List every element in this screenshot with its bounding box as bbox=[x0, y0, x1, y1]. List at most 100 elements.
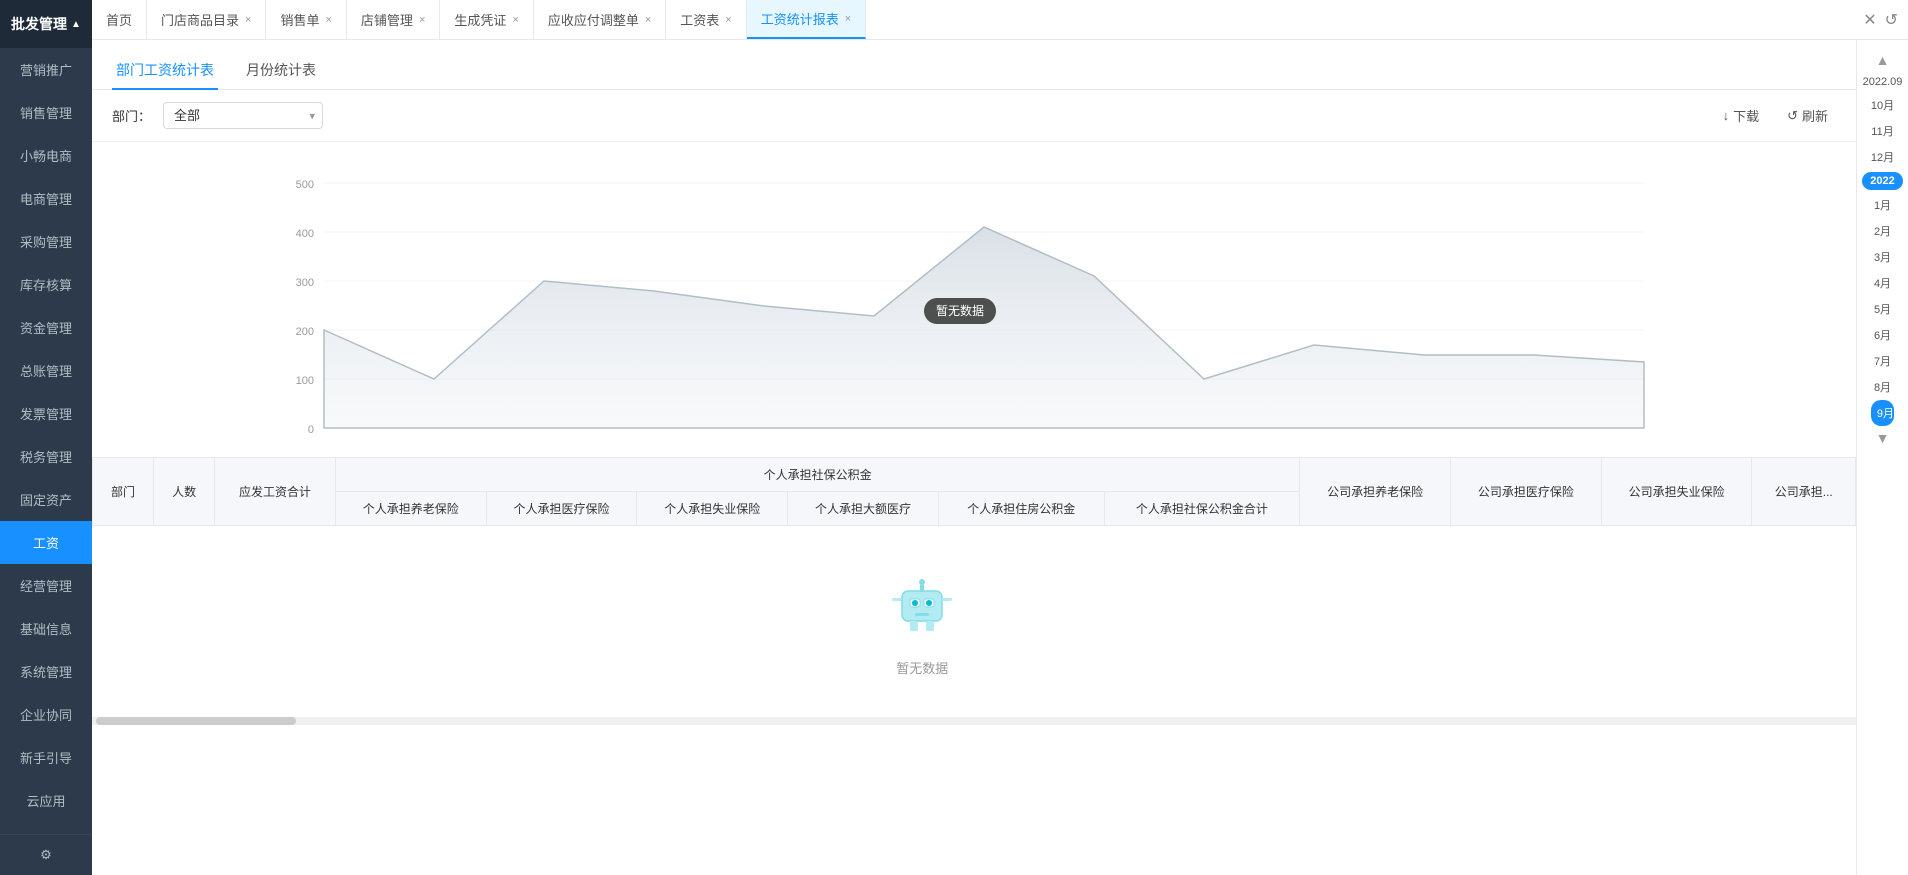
data-table: 部门 人数 应发工资合计 个人承担社保公积金 公司承担养老保险 公司承担医疗保险… bbox=[92, 457, 1856, 717]
col-personal-major-medical: 个人承担大额医疗 bbox=[788, 492, 939, 526]
tab-工资统计报表[interactable]: 工资统计报表 × bbox=[747, 0, 866, 39]
timeline-year-label-2022[interactable]: 2022 bbox=[1862, 172, 1903, 190]
timeline-month-3月[interactable]: 3月 bbox=[1868, 244, 1897, 270]
timeline-month-7月[interactable]: 7月 bbox=[1868, 348, 1897, 374]
table-wrapper[interactable]: 部门 人数 应发工资合计 个人承担社保公积金 公司承担养老保险 公司承担医疗保险… bbox=[92, 457, 1856, 875]
empty-text: 暂无数据 bbox=[896, 658, 948, 677]
tab-门店商品目录[interactable]: 门店商品目录 × bbox=[147, 0, 266, 39]
col-personal-unemployment: 个人承担失业保险 bbox=[637, 492, 788, 526]
tab-应收应付调整单[interactable]: 应收应付调整单× bbox=[534, 0, 666, 39]
sidebar-header[interactable]: 批发管理 ▲ bbox=[0, 0, 92, 48]
sidebar-item-小畅电商[interactable]: 小畅电商 bbox=[0, 134, 92, 177]
sidebar-item-税务管理[interactable]: 税务管理 bbox=[0, 435, 92, 478]
sub-tab-月份统计表[interactable]: 月份统计表 bbox=[242, 52, 320, 90]
col-company-more: 公司承担... bbox=[1752, 458, 1856, 526]
empty-icon bbox=[882, 566, 962, 646]
svg-text:0: 0 bbox=[308, 424, 314, 436]
timeline-month-1月[interactable]: 1月 bbox=[1868, 192, 1897, 218]
timeline-down-icon[interactable]: ▼ bbox=[1872, 426, 1894, 450]
svg-text:400: 400 bbox=[296, 228, 314, 240]
sidebar-item-电商管理[interactable]: 电商管理 bbox=[0, 177, 92, 220]
timeline-month-6月[interactable]: 6月 bbox=[1868, 322, 1897, 348]
tab-店铺管理[interactable]: 店铺管理 × bbox=[347, 0, 440, 39]
tab-close-icon[interactable]: × bbox=[845, 13, 851, 25]
col-total-salary: 应发工资合计 bbox=[215, 458, 336, 526]
sidebar-settings[interactable]: ⚙ bbox=[0, 834, 92, 875]
sub-tabs: 部门工资统计表月份统计表 bbox=[92, 40, 1856, 90]
sidebar-item-云应用[interactable]: 云应用 bbox=[0, 779, 92, 822]
tab-close-icon[interactable]: × bbox=[725, 14, 731, 26]
download-icon: ↓ bbox=[1723, 108, 1730, 123]
tab-首页[interactable]: 首页 bbox=[92, 0, 147, 39]
right-sidebar: ▲ 2022.09 10月11月12月 2022 1月2月3月4月5月6月7月8… bbox=[1856, 40, 1908, 875]
refresh-label: 刷新 bbox=[1802, 106, 1828, 125]
col-personal-medical: 个人承担医疗保险 bbox=[486, 492, 637, 526]
sidebar-item-固定资产[interactable]: 固定资产 bbox=[0, 478, 92, 521]
tab-生成凭证[interactable]: 生成凭证× bbox=[440, 0, 533, 39]
sidebar: 批发管理 ▲ 营销推广销售管理小畅电商电商管理采购管理库存核算资金管理总账管理发… bbox=[0, 0, 92, 875]
sidebar-item-发票管理[interactable]: 发票管理 bbox=[0, 392, 92, 435]
sidebar-item-资金管理[interactable]: 资金管理 bbox=[0, 306, 92, 349]
toolbar: 部门： 全部 ▾ ↓ 下载 ↺ 刷新 bbox=[92, 90, 1856, 142]
tab-销售单[interactable]: 销售单 × bbox=[266, 0, 346, 39]
col-company-unemployment: 公司承担失业保险 bbox=[1601, 458, 1752, 526]
sidebar-item-总账管理[interactable]: 总账管理 bbox=[0, 349, 92, 392]
tab-bar: 首页门店商品目录×销售单×店铺管理×生成凭证×应收应付调整单×工资表×工资统计报… bbox=[92, 0, 1908, 40]
content-area: 部门工资统计表月份统计表 部门： 全部 ▾ ↓ 下载 ↺ bbox=[92, 40, 1908, 875]
tab-close-icon[interactable]: × bbox=[512, 14, 518, 26]
timeline-month-12月[interactable]: 12月 bbox=[1865, 144, 1900, 170]
sidebar-item-工资[interactable]: 工资 bbox=[0, 521, 92, 564]
tab-label: 工资统计报表 bbox=[761, 9, 839, 28]
tab-label: 门店商品目录 bbox=[161, 10, 239, 29]
tab-label: 销售单 bbox=[280, 10, 319, 29]
col-personal-housing: 个人承担住房公积金 bbox=[938, 492, 1104, 526]
download-button[interactable]: ↓ 下载 bbox=[1715, 102, 1768, 129]
dept-select[interactable]: 全部 bbox=[163, 102, 323, 129]
timeline-month-9月[interactable]: 9月 bbox=[1871, 400, 1894, 426]
sidebar-item-基础信息[interactable]: 基础信息 bbox=[0, 607, 92, 650]
svg-text:500: 500 bbox=[296, 179, 314, 191]
svg-text:200: 200 bbox=[296, 326, 314, 338]
svg-text:100: 100 bbox=[296, 375, 314, 387]
tab-bar-actions: ✕ ↺ bbox=[1853, 10, 1908, 30]
col-count: 人数 bbox=[154, 458, 215, 526]
close-all-icon[interactable]: ✕ bbox=[1863, 10, 1876, 30]
timeline-month-8月[interactable]: 8月 bbox=[1868, 374, 1897, 400]
sidebar-item-采购管理[interactable]: 采购管理 bbox=[0, 220, 92, 263]
sidebar-item-经营管理[interactable]: 经营管理 bbox=[0, 564, 92, 607]
sidebar-item-新手引导[interactable]: 新手引导 bbox=[0, 736, 92, 779]
sidebar-title: 批发管理 bbox=[11, 14, 67, 34]
refresh-button[interactable]: ↺ 刷新 bbox=[1779, 102, 1836, 129]
timeline-month-10月[interactable]: 10月 bbox=[1865, 92, 1900, 118]
timeline-month-5月[interactable]: 5月 bbox=[1868, 296, 1897, 322]
sidebar-item-营销推广[interactable]: 营销推广 bbox=[0, 48, 92, 91]
tab-label: 店铺管理 bbox=[361, 10, 413, 29]
chart-area: 0 100 200 300 400 500 bbox=[92, 142, 1856, 457]
dept-select-wrapper: 全部 ▾ bbox=[163, 102, 323, 129]
sidebar-item-销售管理[interactable]: 销售管理 bbox=[0, 91, 92, 134]
timeline-month-11月[interactable]: 11月 bbox=[1865, 118, 1900, 144]
tab-close-icon[interactable]: × bbox=[645, 14, 651, 26]
col-personal-pension: 个人承担养老保险 bbox=[335, 492, 486, 526]
sidebar-item-企业协同[interactable]: 企业协同 bbox=[0, 693, 92, 736]
sidebar-item-库存核算[interactable]: 库存核算 bbox=[0, 263, 92, 306]
tab-label: 工资表 bbox=[680, 10, 719, 29]
tab-close-icon[interactable]: × bbox=[325, 14, 331, 26]
timeline-month-4月[interactable]: 4月 bbox=[1868, 270, 1897, 296]
timeline-month-2月[interactable]: 2月 bbox=[1868, 218, 1897, 244]
timeline-year-2022: 2022.09 bbox=[1857, 72, 1908, 92]
tab-label: 首页 bbox=[106, 10, 132, 29]
sub-tab-部门工资统计表[interactable]: 部门工资统计表 bbox=[112, 52, 218, 90]
sidebar-item-系统管理[interactable]: 系统管理 bbox=[0, 650, 92, 693]
content-main: 部门工资统计表月份统计表 部门： 全部 ▾ ↓ 下载 ↺ bbox=[92, 40, 1856, 875]
sidebar-toggle-icon: ▲ bbox=[71, 19, 81, 30]
svg-text:300: 300 bbox=[296, 277, 314, 289]
col-company-medical: 公司承担医疗保险 bbox=[1450, 458, 1601, 526]
tab-工资表[interactable]: 工资表 × bbox=[666, 0, 746, 39]
empty-state: 暂无数据 bbox=[93, 526, 1752, 717]
tab-close-icon[interactable]: × bbox=[245, 14, 251, 26]
timeline-up-icon[interactable]: ▲ bbox=[1872, 48, 1894, 72]
refresh-icon: ↺ bbox=[1787, 108, 1798, 124]
refresh-tabs-icon[interactable]: ↺ bbox=[1885, 10, 1898, 30]
tab-close-icon[interactable]: × bbox=[419, 14, 425, 26]
